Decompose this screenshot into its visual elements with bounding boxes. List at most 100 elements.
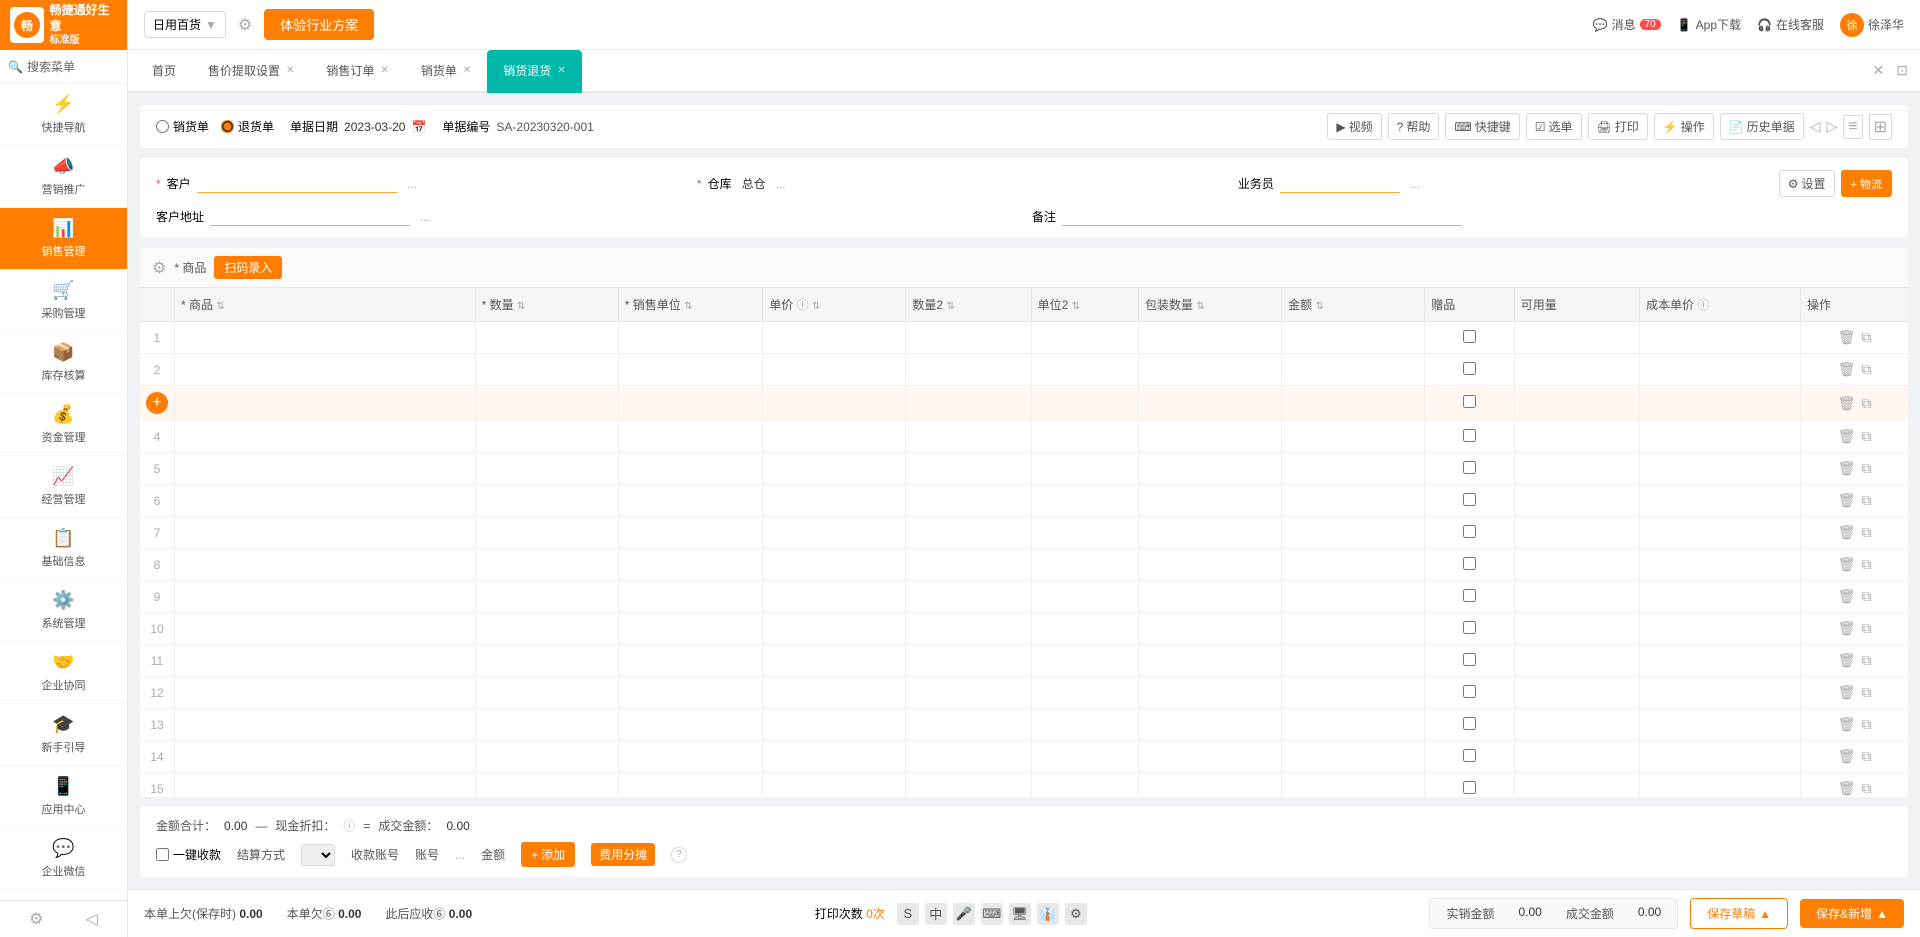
industry-dropdown[interactable]: 日用百货 ▼ [144,11,226,38]
delete-row-7-icon[interactable]: 🗑 [1838,524,1856,541]
quantity-cell-1[interactable] [475,322,618,354]
customer-select-btn[interactable]: ... [407,177,417,191]
copy-row-4-icon[interactable]: ⧉ [1861,428,1871,445]
delete-row-12-icon[interactable]: 🗑 [1838,684,1856,701]
unit2-cell-2[interactable] [1031,354,1138,386]
copy-row-15-icon[interactable]: ⧉ [1861,780,1871,797]
address-input[interactable] [210,207,410,226]
delete-row-15-icon[interactable]: 🗑 [1838,780,1856,797]
history-btn[interactable]: 📄 历史单据 [1720,113,1804,140]
delete-row-6-icon[interactable]: 🗑 [1838,492,1856,509]
tool-icon-4[interactable]: ⌨ [981,903,1003,925]
settings-btn[interactable]: ⚙ 设置 [1779,170,1835,197]
tool-icon-6[interactable]: 👔 [1037,903,1059,925]
tab-price-setting[interactable]: 售价提取设置 ✕ [192,50,310,93]
prev-record-icon[interactable]: ◁ [1810,118,1821,135]
copy-row-1-icon[interactable]: ⧉ [1861,329,1871,346]
copy-row-13-icon[interactable]: ⧉ [1861,716,1871,733]
close-sales-delivery-tab[interactable]: ✕ [463,65,471,76]
product-cell-3[interactable] [175,386,476,421]
fee-split-btn[interactable]: 费用分摊 [591,843,655,866]
amount-cell-1[interactable] [1282,322,1425,354]
pack-qty-cell-1[interactable] [1138,322,1281,354]
sales-unit-cell-3[interactable] [618,386,762,421]
user-menu[interactable]: 徐 徐泽华 [1840,13,1904,37]
list-view-icon[interactable]: ≡ [1843,115,1862,139]
amount-cell-2[interactable] [1282,354,1425,386]
copy-row-9-icon[interactable]: ⧉ [1861,588,1871,605]
cost-price-cell-2[interactable] [1639,354,1800,386]
close-all-tabs-icon[interactable]: ✕ [1869,58,1889,83]
copy-row-11-icon[interactable]: ⧉ [1861,652,1871,669]
unit-price-cell-2[interactable] [763,354,906,386]
account-dots[interactable]: ... [455,848,465,862]
settlement-select[interactable] [301,844,335,866]
delete-row-14-icon[interactable]: 🗑 [1838,748,1856,765]
available-cell-3[interactable] [1514,386,1639,421]
copy-row-7-icon[interactable]: ⧉ [1861,524,1871,541]
scan-input-btn[interactable]: 扫码录入 [214,256,282,279]
delete-row-5-icon[interactable]: 🗑 [1838,460,1856,477]
sidebar-item-member[interactable]: 👑 畅会员 [0,890,127,900]
sidebar-item-appstore[interactable]: 📱 应用中心 [0,766,127,828]
help-btn[interactable]: ? 帮助 [1388,113,1440,140]
video-btn[interactable]: ▶ 视频 [1327,113,1381,140]
tool-icon-1[interactable]: S [897,903,919,925]
tab-sales-delivery[interactable]: 销货单 ✕ [405,50,487,93]
unit-price-cell-1[interactable] [763,322,906,354]
remark-input[interactable] [1062,207,1462,226]
sidebar-item-quick-nav[interactable]: ⚡ 快捷导航 [0,84,127,146]
sidebar-item-enterprise[interactable]: 🤝 企业协同 [0,642,127,704]
return-bill-radio[interactable]: 退货单 [221,118,274,135]
shortcut-btn[interactable]: ⌨ 快捷键 [1445,113,1519,140]
quantity2-cell-3[interactable] [906,386,1031,421]
tab-sales-return[interactable]: 销货退货 ✕ [487,50,581,93]
operation-btn[interactable]: ⚡ 操作 [1654,113,1714,140]
unit2-cell-1[interactable] [1031,322,1138,354]
sales-unit-cell-2[interactable] [618,354,762,386]
cost-price-cell-1[interactable] [1639,322,1800,354]
sidebar-item-guide[interactable]: 🎓 新手引导 [0,704,127,766]
one-key-pay-checkbox[interactable]: 一键收款 [156,846,221,863]
add-fee-btn[interactable]: + 添加 [521,842,575,867]
tab-sales-order[interactable]: 销售订单 ✕ [310,50,404,93]
tool-icon-5[interactable]: 🖥 [1009,903,1031,925]
next-record-icon[interactable]: ▷ [1826,118,1837,135]
customer-input[interactable] [197,174,397,193]
print-btn[interactable]: 🖨 打印 [1588,113,1648,140]
sidebar-item-wechat[interactable]: 💬 企业微信 [0,828,127,890]
product-cell-2[interactable] [175,354,476,386]
sidebar-item-sales[interactable]: 📊 销售管理 [0,208,127,270]
delete-row-11-icon[interactable]: 🗑 [1838,652,1856,669]
pack-qty-cell-2[interactable] [1138,354,1281,386]
unit2-cell-3[interactable] [1031,386,1138,421]
copy-row-5-icon[interactable]: ⧉ [1861,460,1871,477]
sidebar-search[interactable]: 🔍 搜索菜单 [0,50,127,84]
sidebar-item-system[interactable]: ⚙️ 系统管理 [0,580,127,642]
staff-input[interactable] [1280,174,1400,193]
tool-icon-3[interactable]: 🎤 [953,903,975,925]
experience-btn[interactable]: 体验行业方案 [264,9,374,40]
close-sales-return-tab[interactable]: ✕ [557,65,565,76]
collapse-icon[interactable]: ◁ [86,909,98,929]
product-cell-1[interactable] [175,322,476,354]
delete-row-8-icon[interactable]: 🗑 [1838,556,1856,573]
unit-price-cell-3[interactable] [763,386,906,421]
available-cell-2[interactable] [1514,354,1639,386]
sidebar-item-inventory[interactable]: 📦 库存核算 [0,332,127,394]
sales-bill-radio[interactable]: 销货单 [156,118,209,135]
add-row-btn[interactable]: + [146,392,168,414]
available-cell-1[interactable] [1514,322,1639,354]
staff-select-btn[interactable]: ... [1410,177,1420,191]
warehouse-select-btn[interactable]: ... [776,177,786,191]
quantity-cell-3[interactable] [475,386,618,421]
pack-qty-cell-3[interactable] [1138,386,1281,421]
copy-row-6-icon[interactable]: ⧉ [1861,492,1871,509]
settings-bottom-icon[interactable]: ⚙ [29,909,43,929]
copy-row-10-icon[interactable]: ⧉ [1861,620,1871,637]
delete-row-9-icon[interactable]: 🗑 [1838,588,1856,605]
delete-row-13-icon[interactable]: 🗑 [1838,716,1856,733]
settings-icon[interactable]: ⚙ [238,15,252,35]
select-btn[interactable]: ☑ 选单 [1526,113,1582,140]
copy-row-2-icon[interactable]: ⧉ [1861,361,1871,378]
